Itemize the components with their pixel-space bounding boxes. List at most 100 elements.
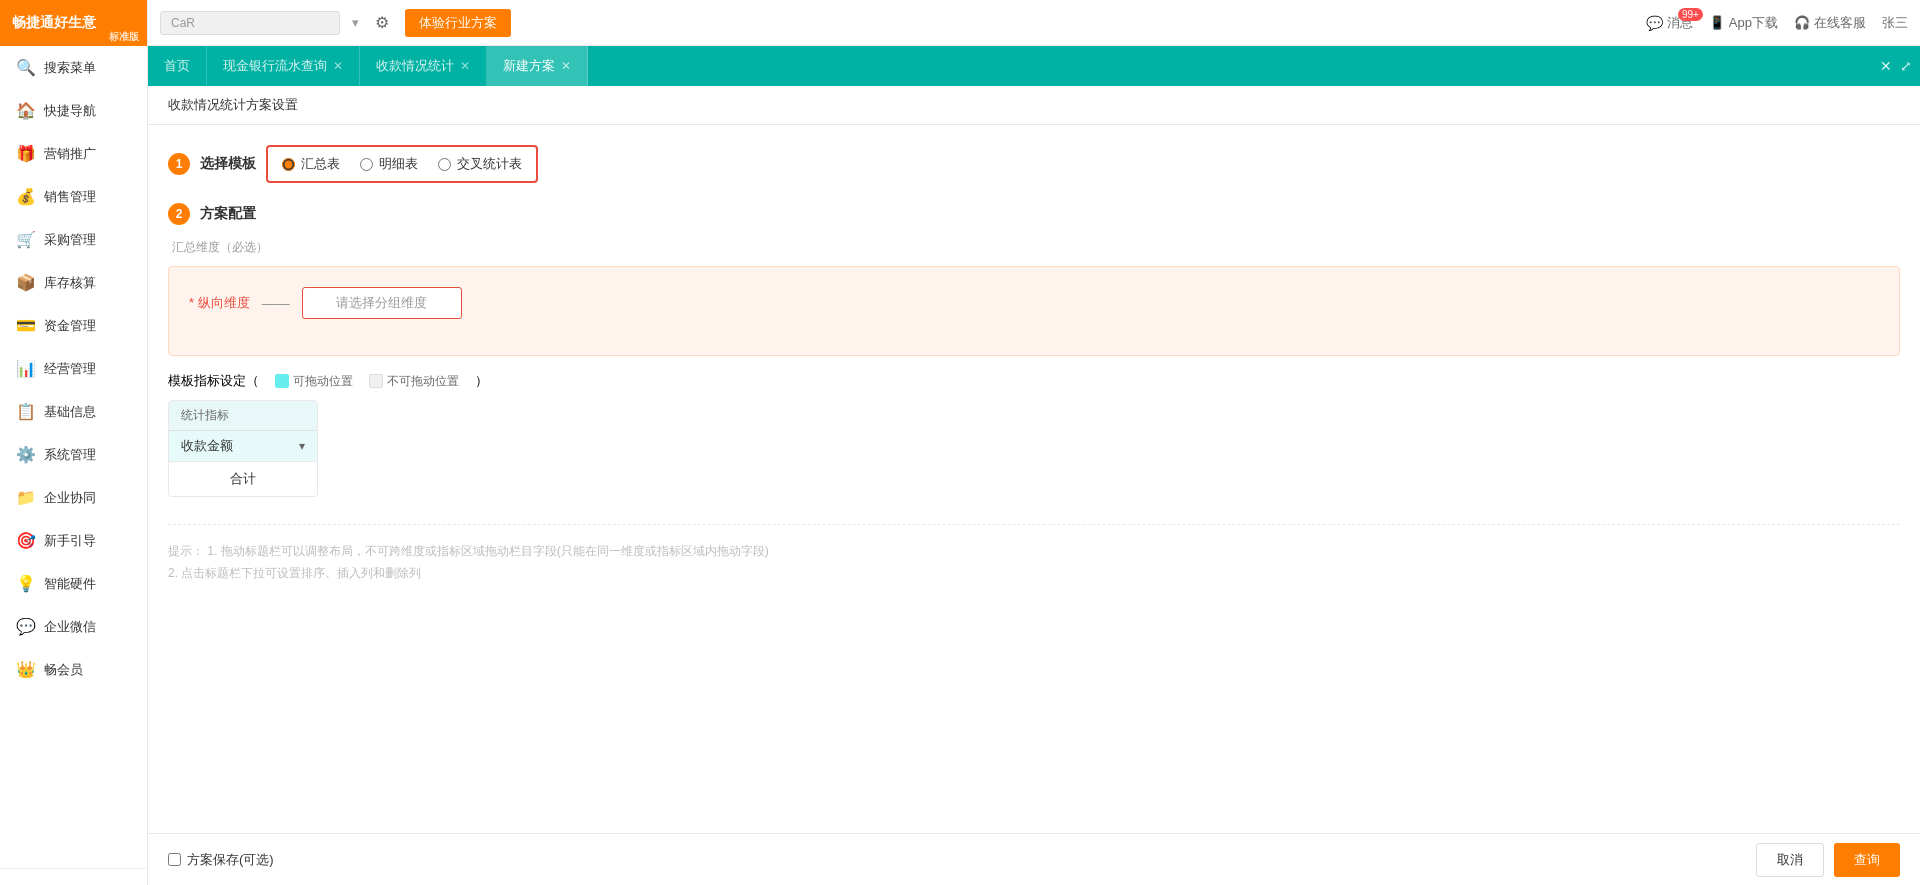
metrics-col-header[interactable]: 收款金额 ▾ [169, 431, 317, 462]
marketing-label: 营销推广 [44, 145, 96, 163]
cancel-button[interactable]: 取消 [1756, 843, 1824, 877]
version-badge: 标准版 [109, 30, 139, 44]
message-icon[interactable]: 💬 消息 99+ [1646, 14, 1693, 32]
tab-payment-stats[interactable]: 收款情况统计✕ [360, 46, 487, 86]
search-input[interactable] [160, 11, 340, 35]
maximize-icon[interactable]: ⤢ [1900, 58, 1912, 74]
save-checkbox-label[interactable]: 方案保存(可选) [168, 851, 274, 869]
step1-header: 1 选择模板 汇总表 明细表 [168, 145, 1900, 183]
message-bubble-icon: 💬 [1646, 15, 1663, 31]
basic-info-icon: 📋 [16, 402, 36, 421]
enterprise-label: 企业协同 [44, 489, 96, 507]
sidebar-item-system[interactable]: ⚙️ 系统管理 [0, 433, 147, 476]
sidebar: 畅捷通好生意 标准版 🔍 搜索菜单 🏠 快捷导航 🎁 营销推广 💰 销售管理 🛒… [0, 0, 148, 885]
download-label: App下载 [1729, 14, 1778, 32]
username: 张三 [1882, 14, 1908, 32]
close-window-icon[interactable]: ✕ [1880, 58, 1892, 74]
radio-cross-input[interactable] [438, 158, 451, 171]
footer-buttons: 取消 查询 [1756, 843, 1900, 877]
operation-icon: 📊 [16, 359, 36, 378]
step2-section: 2 方案配置 汇总维度（必选） * 纵向维度 —— 请选择分组维度 [168, 203, 1900, 584]
dimension-box: * 纵向维度 —— 请选择分组维度 [168, 266, 1900, 356]
dimension-group-label: 汇总维度（必选） [168, 239, 1900, 256]
sales-label: 销售管理 [44, 188, 96, 206]
tab-new-plan[interactable]: 新建方案✕ [487, 46, 588, 86]
sidebar-item-inventory[interactable]: 📦 库存核算 [0, 261, 147, 304]
logo-text: 畅捷通好生意 [12, 14, 96, 32]
sidebar-item-finance[interactable]: 💳 资金管理 [0, 304, 147, 347]
finance-icon: 💳 [16, 316, 36, 335]
search-menu-label: 搜索菜单 [44, 59, 96, 77]
sidebar-item-enterprise[interactable]: 📁 企业协同 [0, 476, 147, 519]
sidebar-item-newbie[interactable]: 🎯 新手引导 [0, 519, 147, 562]
metrics-total-cell: 合计 [169, 462, 317, 496]
radio-cross[interactable]: 交叉统计表 [438, 155, 522, 173]
sidebar-item-wechat[interactable]: 💬 企业微信 [0, 605, 147, 648]
tab-close-payment-stats[interactable]: ✕ [460, 59, 470, 73]
tab-home[interactable]: 首页 [148, 46, 207, 86]
vertical-dim-select[interactable]: 请选择分组维度 [302, 287, 462, 319]
content-area: 收款情况统计方案设置 1 选择模板 汇总表 [148, 86, 1920, 885]
gear-icon[interactable]: ⚙ [375, 13, 389, 32]
sidebar-item-sales[interactable]: 💰 销售管理 [0, 175, 147, 218]
tab-close-bank-flow[interactable]: ✕ [333, 59, 343, 73]
chevron-icon[interactable]: ▾ [352, 15, 359, 30]
save-checkbox[interactable] [168, 853, 181, 866]
sidebar-item-basic-info[interactable]: 📋 基础信息 [0, 390, 147, 433]
tab-bank-flow[interactable]: 现金银行流水查询 ✕ [207, 46, 360, 86]
sidebar-item-search-menu[interactable]: 🔍 搜索菜单 [0, 46, 147, 89]
radio-detail[interactable]: 明细表 [360, 155, 418, 173]
tab-close-new-plan[interactable]: ✕ [561, 59, 571, 73]
step2-number: 2 [168, 203, 190, 225]
tab-label-bank-flow: 现金银行流水查询 [223, 57, 327, 75]
step1-title: 选择模板 [200, 155, 256, 173]
sidebar-item-smart-hw[interactable]: 💡 智能硬件 [0, 562, 147, 605]
sidebar-logo: 畅捷通好生意 标准版 [0, 0, 147, 46]
inventory-label: 库存核算 [44, 274, 96, 292]
radio-group: 汇总表 明细表 交叉统计表 [282, 155, 522, 173]
query-button[interactable]: 查询 [1834, 843, 1900, 877]
not-draggable-box [369, 374, 383, 388]
template-selector: 汇总表 明细表 交叉统计表 [266, 145, 538, 183]
right-paren: ） [475, 372, 488, 390]
radio-detail-label: 明细表 [379, 155, 418, 173]
radio-summary-input[interactable] [282, 158, 295, 171]
radio-detail-input[interactable] [360, 158, 373, 171]
wechat-icon: 💬 [16, 617, 36, 636]
member-label: 畅会员 [44, 661, 83, 679]
app-download-link[interactable]: 📱 App下载 [1709, 14, 1778, 32]
sidebar-item-member[interactable]: 👑 畅会员 [0, 648, 147, 691]
metrics-header-label: 模板指标设定（ [168, 372, 259, 390]
topbar-right: 💬 消息 99+ 📱 App下载 🎧 在线客服 张三 [1646, 14, 1908, 32]
tabbar: 首页现金银行流水查询✕收款情况统计✕新建方案✕ ✕ ⤢ [148, 46, 1920, 86]
inventory-icon: 📦 [16, 273, 36, 292]
finance-label: 资金管理 [44, 317, 96, 335]
not-draggable-label: 不可拖动位置 [387, 373, 459, 390]
newbie-label: 新手引导 [44, 532, 96, 550]
metrics-hint-row: 模板指标设定（ 可拖动位置 不可拖动位置 ） [168, 372, 1900, 390]
quick-nav-icon: 🏠 [16, 101, 36, 120]
headset-icon: 🎧 [1794, 15, 1810, 30]
support-link[interactable]: 🎧 在线客服 [1794, 14, 1866, 32]
marketing-icon: 🎁 [16, 144, 36, 163]
radio-summary[interactable]: 汇总表 [282, 155, 340, 173]
draggable-box [275, 374, 289, 388]
sidebar-item-marketing[interactable]: 🎁 营销推广 [0, 132, 147, 175]
arrow-icon: —— [262, 295, 290, 311]
sidebar-item-operation[interactable]: 📊 经营管理 [0, 347, 147, 390]
metrics-dropdown-icon[interactable]: ▾ [299, 439, 305, 453]
dimension-group: 汇总维度（必选） * 纵向维度 —— 请选择分组维度 [168, 239, 1900, 356]
trial-button[interactable]: 体验行业方案 [405, 9, 511, 37]
tips-section: 提示： 1. 拖动标题栏可以调整布局，不可跨维度或指标区域拖动栏目字段(只能在同… [168, 524, 1900, 584]
system-label: 系统管理 [44, 446, 96, 464]
sidebar-item-quick-nav[interactable]: 🏠 快捷导航 [0, 89, 147, 132]
purchase-label: 采购管理 [44, 231, 96, 249]
draggable-indicator: 可拖动位置 [275, 373, 353, 390]
tab-label-home: 首页 [164, 57, 190, 75]
search-menu-icon: 🔍 [16, 58, 36, 77]
topbar: ▾ ⚙ 体验行业方案 💬 消息 99+ 📱 App下载 🎧 在线客服 张三 [148, 0, 1920, 46]
basic-info-label: 基础信息 [44, 403, 96, 421]
tip-1: 提示： 1. 拖动标题栏可以调整布局，不可跨维度或指标区域拖动栏目字段(只能在同… [168, 541, 1900, 563]
sidebar-item-purchase[interactable]: 🛒 采购管理 [0, 218, 147, 261]
tabbar-actions: ✕ ⤢ [1880, 58, 1920, 74]
